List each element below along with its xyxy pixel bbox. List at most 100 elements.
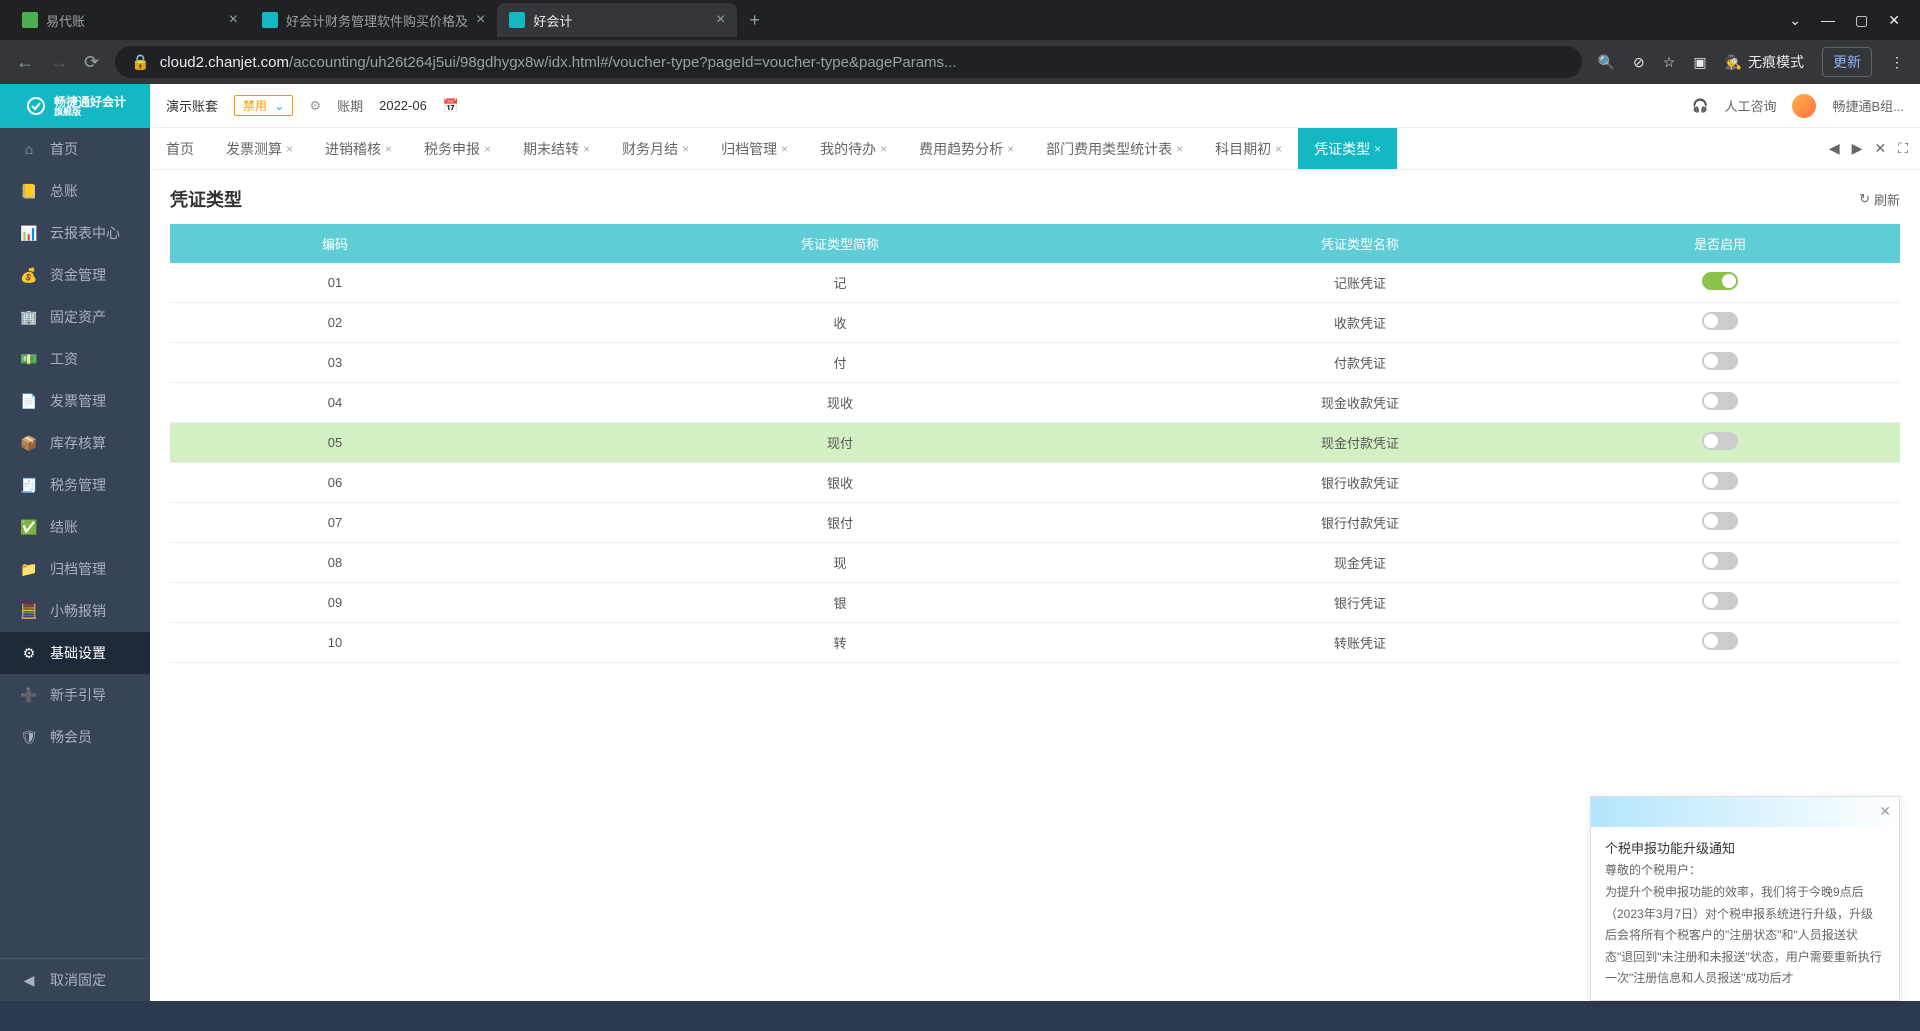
sidebar-item-inventory[interactable]: 📦库存核算 [0,422,150,464]
enable-toggle[interactable] [1702,592,1738,610]
tab-close-icon[interactable]: × [682,142,689,156]
sidebar-item-salary[interactable]: 💵工资 [0,338,150,380]
sidebar-item-asset[interactable]: 🏢固定资产 [0,296,150,338]
table-row[interactable]: 05 现付 现金付款凭证 [170,423,1900,463]
tab-close-icon[interactable]: × [385,142,392,156]
enable-toggle[interactable] [1702,472,1738,490]
bookmark-icon[interactable]: ☆ [1663,54,1676,71]
enable-toggle[interactable] [1702,352,1738,370]
tab-scroll-right-icon[interactable]: ▶ [1852,140,1863,157]
sidebar-item-label: 畅会员 [50,727,92,747]
table-row[interactable]: 07 银付 银行付款凭证 [170,503,1900,543]
menu-icon[interactable]: ⋮ [1890,54,1904,71]
disable-tag[interactable]: 禁用 ⌄ [234,95,293,116]
enable-toggle[interactable] [1702,632,1738,650]
tab-close-icon[interactable]: × [1275,142,1282,156]
enable-toggle[interactable] [1702,512,1738,530]
notification-body: 个税申报功能升级通知 尊敬的个税用户： 为提升个税申报功能的效率，我们将于今晚9… [1591,827,1899,1000]
table-row[interactable]: 04 现收 现金收款凭证 [170,383,1900,423]
user-avatar[interactable] [1792,94,1816,118]
page-tab[interactable]: 部门费用类型统计表× [1030,128,1199,169]
zoom-icon[interactable]: 🔍 [1598,54,1615,71]
notification-close-icon[interactable]: ✕ [1879,803,1891,820]
fullscreen-icon[interactable]: ⛶ [1898,140,1908,157]
tab-close-icon[interactable]: × [880,142,887,156]
calendar-icon[interactable]: 📅 [443,98,459,114]
tab-close-icon[interactable]: × [583,142,590,156]
browser-tab[interactable]: 易代账 × [10,3,250,37]
cell-short: 银收 [500,463,1180,503]
user-name[interactable]: 畅捷通B组... [1832,96,1904,115]
tab-close-icon[interactable]: × [1176,142,1183,156]
tab-close-icon[interactable]: × [1374,142,1381,156]
page-tab[interactable]: 期末结转× [507,128,606,169]
chevron-down-icon[interactable]: ⌄ [1789,12,1801,29]
sidebar-item-guide[interactable]: ➕新手引导 [0,674,150,716]
page-tab[interactable]: 财务月结× [606,128,705,169]
table-row[interactable]: 03 付 付款凭证 [170,343,1900,383]
refresh-button[interactable]: ↻ 刷新 [1859,190,1900,209]
tab-close-icon[interactable]: × [229,11,238,29]
sidebar-item-archive[interactable]: 📁归档管理 [0,548,150,590]
enable-toggle[interactable] [1702,272,1738,290]
consult-link[interactable]: 人工咨询 [1724,96,1776,115]
close-window-icon[interactable]: ✕ [1888,12,1900,29]
tab-close-all-icon[interactable]: ✕ [1874,140,1886,157]
sidebar-item-settings[interactable]: ⚙基础设置 [0,632,150,674]
tab-close-icon[interactable]: × [716,11,725,29]
sidebar-item-expense[interactable]: 🧮小畅报销 [0,590,150,632]
sidebar-item-money[interactable]: 💰资金管理 [0,254,150,296]
table-row[interactable]: 06 银收 银行收款凭证 [170,463,1900,503]
page-tab[interactable]: 科目期初× [1199,128,1298,169]
tab-close-icon[interactable]: × [286,142,293,156]
enable-toggle[interactable] [1702,392,1738,410]
sidebar-item-tax[interactable]: 🧾税务管理 [0,464,150,506]
browser-tab[interactable]: 好会计财务管理软件购买价格及 × [250,3,497,37]
update-button[interactable]: 更新 [1822,47,1872,77]
sidebar-item-chart[interactable]: 📊云报表中心 [0,212,150,254]
page-tab[interactable]: 我的待办× [804,128,903,169]
enable-toggle[interactable] [1702,552,1738,570]
page-tab[interactable]: 费用趋势分析× [903,128,1030,169]
table-row[interactable]: 02 收 收款凭证 [170,303,1900,343]
page-tab[interactable]: 凭证类型× [1298,128,1397,169]
table-row[interactable]: 08 现 现金凭证 [170,543,1900,583]
table-row[interactable]: 10 转 转账凭证 [170,623,1900,663]
cell-enable [1540,343,1900,383]
table-row[interactable]: 09 银 银行凭证 [170,583,1900,623]
table-row[interactable]: 01 记 记账凭证 [170,263,1900,303]
tab-favicon-icon [262,12,278,28]
back-button[interactable]: ← [16,52,34,73]
url-bar[interactable]: 🔒 cloud2.chanjet.com/accounting/uh26t264… [115,46,1582,78]
tab-scroll-left-icon[interactable]: ◀ [1829,140,1840,157]
tab-close-icon[interactable]: × [1007,142,1014,156]
account-name[interactable]: 演示账套 [166,96,218,115]
browser-tab-active[interactable]: 好会计 × [497,3,737,37]
tab-title: 易代账 [46,11,221,30]
puzzle-icon[interactable]: ▣ [1693,54,1706,71]
tab-close-icon[interactable]: × [476,11,485,29]
tab-close-icon[interactable]: × [484,142,491,156]
unpin-button[interactable]: ◀ 取消固定 [0,959,150,1001]
page-tab[interactable]: 税务申报× [408,128,507,169]
sidebar-item-close-account[interactable]: ✅结账 [0,506,150,548]
sidebar-item-ledger[interactable]: 📒总账 [0,170,150,212]
page-tab[interactable]: 首页 [150,128,210,169]
extension-icon[interactable]: ⊘ [1633,54,1645,71]
sidebar-item-invoice[interactable]: 📄发票管理 [0,380,150,422]
forward-button[interactable]: → [50,52,68,73]
gear-icon[interactable]: ⚙ [309,98,321,114]
reload-button[interactable]: ⟳ [84,52,99,73]
new-tab-button[interactable]: + [737,10,772,31]
maximize-icon[interactable]: ▢ [1855,12,1868,29]
sidebar-item-home[interactable]: ⌂首页 [0,128,150,170]
enable-toggle[interactable] [1702,432,1738,450]
page-tab[interactable]: 归档管理× [705,128,804,169]
sidebar-item-member[interactable]: 🛡畅会员 [0,716,150,758]
tab-close-icon[interactable]: × [781,142,788,156]
minimize-icon[interactable]: — [1821,12,1835,29]
page-tab[interactable]: 发票测算× [210,128,309,169]
enable-toggle[interactable] [1702,312,1738,330]
period-value[interactable]: 2022-06 [379,98,427,113]
page-tab[interactable]: 进销稽核× [309,128,408,169]
